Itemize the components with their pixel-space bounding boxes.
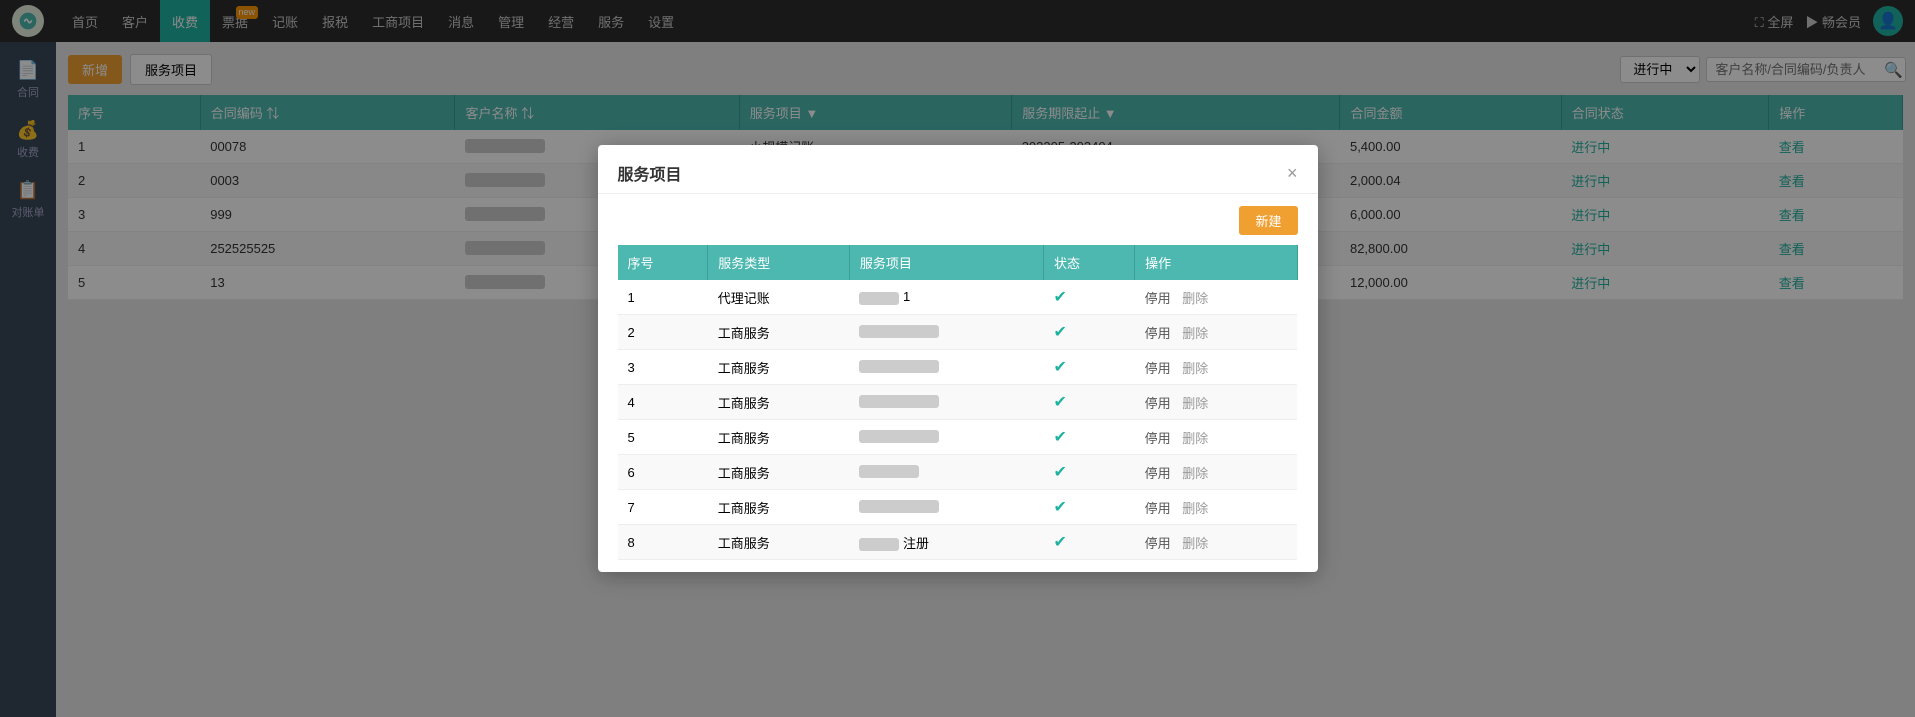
stop-button[interactable]: 停用 (1145, 291, 1171, 306)
stop-button[interactable]: 停用 (1145, 361, 1171, 376)
stop-button[interactable]: 停用 (1145, 466, 1171, 481)
dialog-cell-status: ✔ (1043, 525, 1134, 560)
dialog-cell-no: 8 (618, 525, 708, 560)
dialog-col-no: 序号 (618, 245, 708, 280)
dialog-table-row: 6 工商服务 ✔ 停用 删除 (618, 455, 1298, 490)
status-check-icon: ✔ (1053, 499, 1066, 516)
delete-button[interactable]: 删除 (1182, 291, 1208, 306)
dialog-cell-action[interactable]: 停用 删除 (1135, 490, 1297, 525)
delete-button[interactable]: 删除 (1182, 361, 1208, 376)
dialog-cell-no: 3 (618, 350, 708, 385)
dialog-cell-status: ✔ (1043, 280, 1134, 315)
stop-button[interactable]: 停用 (1145, 536, 1171, 551)
stop-button[interactable]: 停用 (1145, 501, 1171, 516)
dialog-cell-no: 5 (618, 420, 708, 455)
service-items-dialog: 服务项目 × 新建 序号 服务类型 服务项目 状态 操作 (598, 145, 1318, 572)
dialog-table-wrap: 序号 服务类型 服务项目 状态 操作 1 代理记账 1 ✔ 停用 删除 2 工商… (618, 245, 1298, 560)
dialog-cell-action[interactable]: 停用 删除 (1135, 385, 1297, 420)
dialog-cell-no: 2 (618, 315, 708, 350)
status-check-icon: ✔ (1053, 359, 1066, 376)
dialog-title: 服务项目 (618, 161, 682, 185)
dialog-table-row: 5 工商服务 ✔ 停用 删除 (618, 420, 1298, 455)
status-check-icon: ✔ (1053, 289, 1066, 306)
dialog-cell-type: 工商服务 (708, 420, 850, 455)
dialog-new-button[interactable]: 新建 (1239, 206, 1297, 235)
dialog-col-item: 服务项目 (849, 245, 1043, 280)
dialog-cell-action[interactable]: 停用 删除 (1135, 455, 1297, 490)
dialog-cell-status: ✔ (1043, 315, 1134, 350)
service-items-table: 序号 服务类型 服务项目 状态 操作 1 代理记账 1 ✔ 停用 删除 2 工商… (618, 245, 1298, 560)
dialog-cell-no: 1 (618, 280, 708, 315)
dialog-cell-type: 工商服务 (708, 350, 850, 385)
dialog-cell-item (849, 350, 1043, 385)
stop-button[interactable]: 停用 (1145, 396, 1171, 411)
dialog-cell-item (849, 455, 1043, 490)
dialog-cell-type: 工商服务 (708, 525, 850, 560)
dialog-cell-status: ✔ (1043, 420, 1134, 455)
dialog-cell-action[interactable]: 停用 删除 (1135, 315, 1297, 350)
dialog-cell-action[interactable]: 停用 删除 (1135, 280, 1297, 315)
delete-button[interactable]: 删除 (1182, 466, 1208, 481)
dialog-cell-item (849, 420, 1043, 455)
dialog-table-row: 3 工商服务 ✔ 停用 删除 (618, 350, 1298, 385)
status-check-icon: ✔ (1053, 534, 1066, 551)
status-check-icon: ✔ (1053, 464, 1066, 481)
delete-button[interactable]: 删除 (1182, 396, 1208, 411)
dialog-cell-type: 工商服务 (708, 455, 850, 490)
dialog-overlay: 服务项目 × 新建 序号 服务类型 服务项目 状态 操作 (0, 0, 1915, 717)
dialog-cell-type: 工商服务 (708, 490, 850, 525)
status-check-icon: ✔ (1053, 324, 1066, 341)
dialog-cell-type: 工商服务 (708, 385, 850, 420)
status-check-icon: ✔ (1053, 429, 1066, 446)
stop-button[interactable]: 停用 (1145, 431, 1171, 446)
stop-button[interactable]: 停用 (1145, 326, 1171, 341)
delete-button[interactable]: 删除 (1182, 501, 1208, 516)
dialog-cell-type: 工商服务 (708, 315, 850, 350)
dialog-table-row: 1 代理记账 1 ✔ 停用 删除 (618, 280, 1298, 315)
dialog-body: 新建 序号 服务类型 服务项目 状态 操作 1 代理记账 (598, 194, 1318, 572)
delete-button[interactable]: 删除 (1182, 431, 1208, 446)
dialog-cell-status: ✔ (1043, 385, 1134, 420)
dialog-cell-no: 6 (618, 455, 708, 490)
dialog-col-type: 服务类型 (708, 245, 850, 280)
dialog-cell-item (849, 315, 1043, 350)
dialog-table-row: 2 工商服务 ✔ 停用 删除 (618, 315, 1298, 350)
dialog-cell-item: 1 (849, 280, 1043, 315)
dialog-cell-action[interactable]: 停用 删除 (1135, 420, 1297, 455)
delete-button[interactable]: 删除 (1182, 326, 1208, 341)
dialog-cell-type: 代理记账 (708, 280, 850, 315)
dialog-header: 服务项目 × (598, 145, 1318, 194)
dialog-cell-status: ✔ (1043, 490, 1134, 525)
dialog-cell-status: ✔ (1043, 455, 1134, 490)
dialog-cell-no: 4 (618, 385, 708, 420)
dialog-col-action: 操作 (1135, 245, 1297, 280)
dialog-cell-action[interactable]: 停用 删除 (1135, 525, 1297, 560)
dialog-toolbar: 新建 (618, 206, 1298, 235)
dialog-cell-item (849, 490, 1043, 525)
delete-button[interactable]: 删除 (1182, 536, 1208, 551)
dialog-cell-no: 7 (618, 490, 708, 525)
dialog-cell-item (849, 385, 1043, 420)
dialog-table-row: 4 工商服务 ✔ 停用 删除 (618, 385, 1298, 420)
dialog-cell-status: ✔ (1043, 350, 1134, 385)
dialog-close-button[interactable]: × (1287, 163, 1298, 184)
dialog-cell-action[interactable]: 停用 删除 (1135, 350, 1297, 385)
dialog-cell-item: 注册 (849, 525, 1043, 560)
dialog-col-status: 状态 (1043, 245, 1134, 280)
dialog-table-row: 8 工商服务 注册 ✔ 停用 删除 (618, 525, 1298, 560)
status-check-icon: ✔ (1053, 394, 1066, 411)
dialog-table-row: 7 工商服务 ✔ 停用 删除 (618, 490, 1298, 525)
